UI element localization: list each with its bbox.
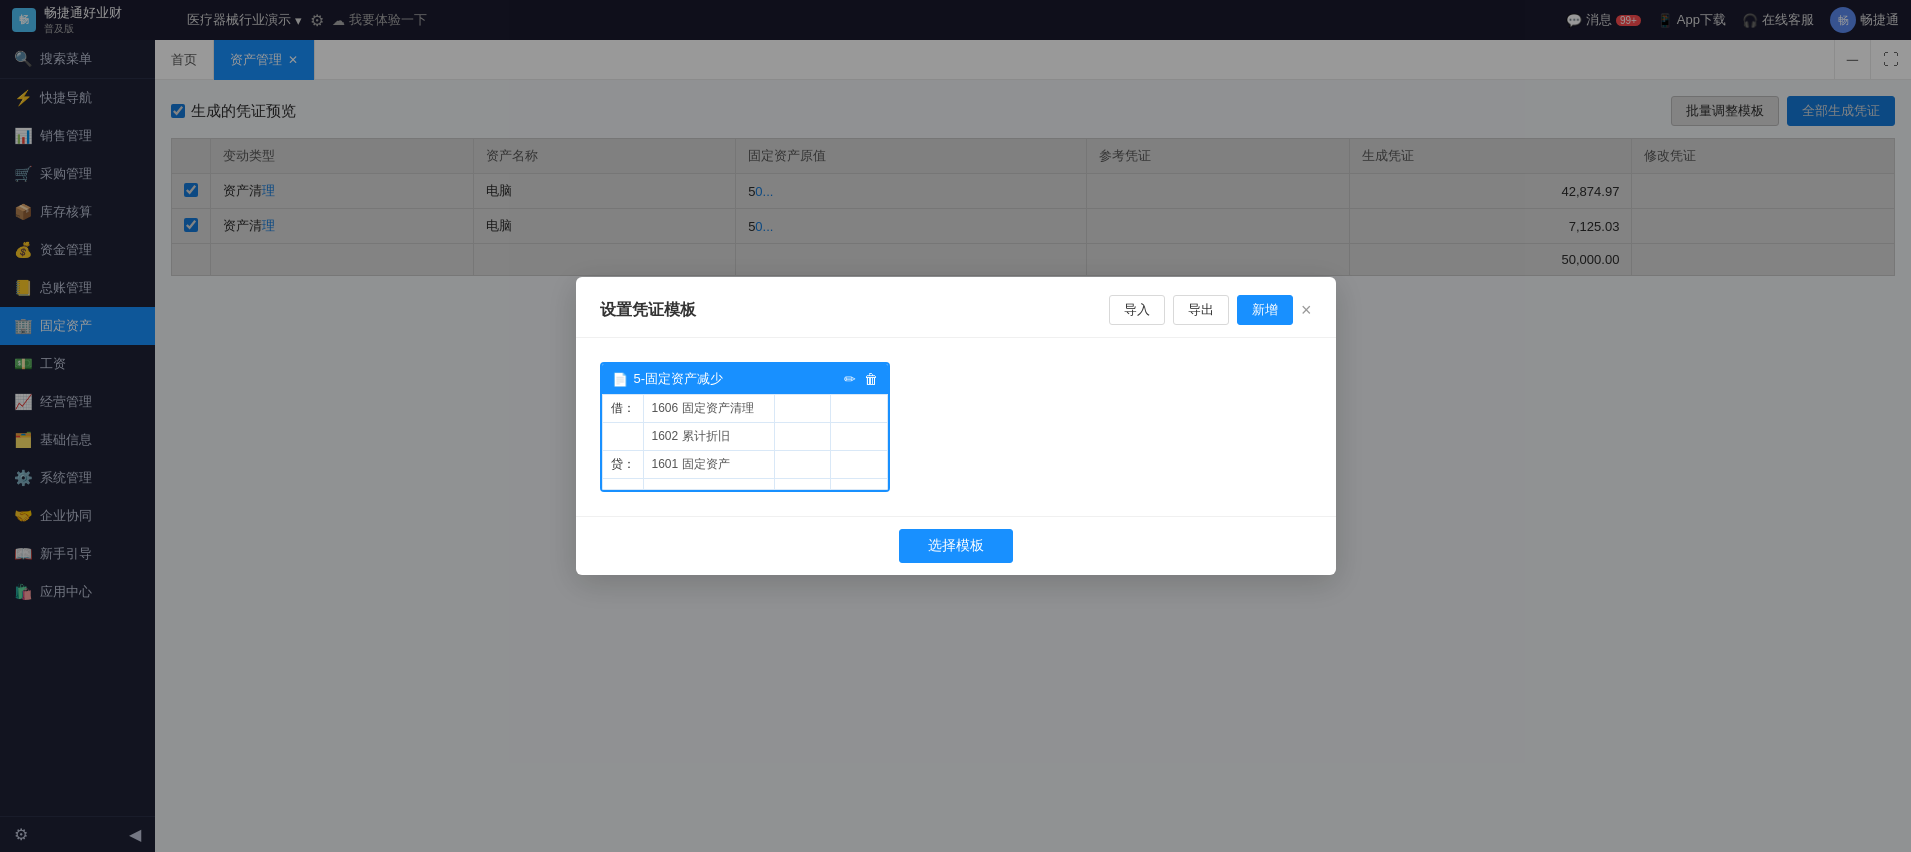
template-credit-1	[831, 395, 887, 423]
template-side-2	[602, 423, 643, 451]
template-card-title: 5-固定资产减少	[634, 370, 724, 388]
select-template-button[interactable]: 选择模板	[899, 529, 1013, 563]
template-card: 📄 5-固定资产减少 ✏ 🗑	[600, 362, 890, 492]
template-row-empty	[602, 479, 887, 490]
template-header-actions: ✏ 🗑	[844, 371, 878, 387]
template-row: 借： 1606 固定资产清理	[602, 395, 887, 423]
template-side-1: 借：	[602, 395, 643, 423]
template-edit-icon[interactable]: ✏	[844, 371, 856, 387]
template-debit-3	[775, 451, 831, 479]
template-debit-2	[775, 423, 831, 451]
export-button[interactable]: 导出	[1173, 295, 1229, 325]
template-credit-4	[831, 479, 887, 490]
modal-body: 📄 5-固定资产减少 ✏ 🗑	[576, 338, 1336, 516]
template-account-3: 1601 固定资产	[643, 451, 775, 479]
template-row: 1602 累计折旧	[602, 423, 887, 451]
modal-header: 设置凭证模板 导入 导出 新增 ×	[576, 277, 1336, 338]
template-doc-icon: 📄	[612, 372, 628, 387]
template-account-1: 1606 固定资产清理	[643, 395, 775, 423]
set-template-modal: 设置凭证模板 导入 导出 新增 × 📄 5-固定资产减少 ✏ 🗑	[576, 277, 1336, 575]
modal-overlay: 设置凭证模板 导入 导出 新增 × 📄 5-固定资产减少 ✏ 🗑	[0, 0, 1911, 852]
template-side-4	[602, 479, 643, 490]
modal-header-actions: 导入 导出 新增 ×	[1109, 295, 1312, 325]
template-side-3: 贷：	[602, 451, 643, 479]
template-card-header: 📄 5-固定资产减少 ✏ 🗑	[602, 364, 888, 394]
template-debit-1	[775, 395, 831, 423]
modal-close-button[interactable]: ×	[1301, 301, 1312, 319]
new-button[interactable]: 新增	[1237, 295, 1293, 325]
template-account-2: 1602 累计折旧	[643, 423, 775, 451]
template-account-4	[643, 479, 775, 490]
template-debit-4	[775, 479, 831, 490]
template-row: 贷： 1601 固定资产	[602, 451, 887, 479]
template-table: 借： 1606 固定资产清理 1602 累计折旧 贷：	[602, 394, 888, 490]
modal-title: 设置凭证模板	[600, 300, 696, 321]
template-credit-2	[831, 423, 887, 451]
template-credit-3	[831, 451, 887, 479]
import-button[interactable]: 导入	[1109, 295, 1165, 325]
template-delete-icon[interactable]: 🗑	[864, 371, 878, 387]
modal-footer: 选择模板	[576, 516, 1336, 575]
